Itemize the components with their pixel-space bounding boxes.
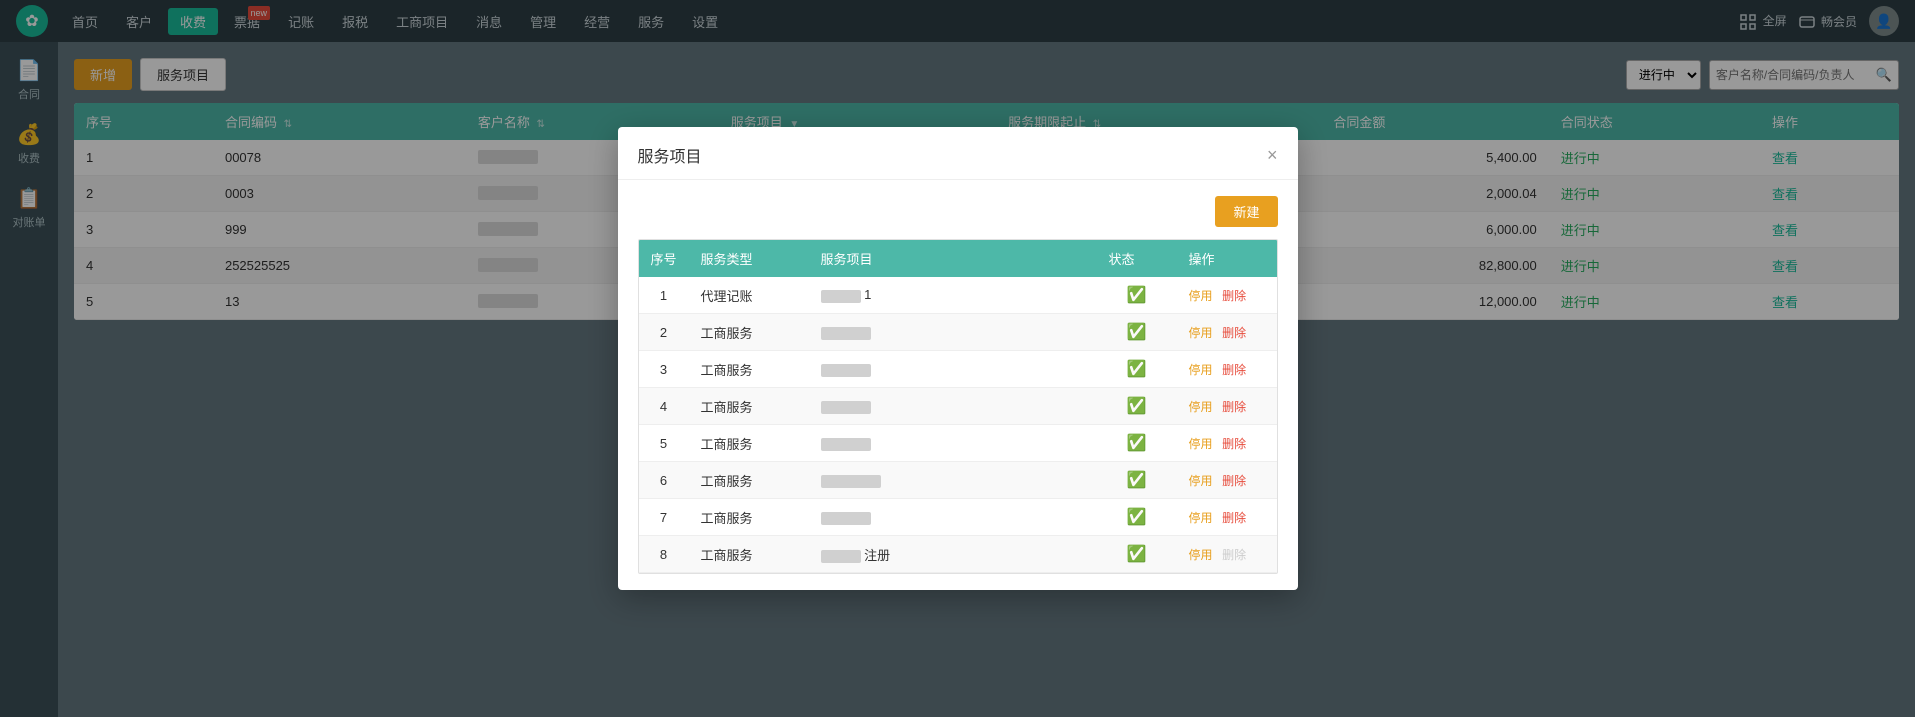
modal-cell-item: 注册 xyxy=(809,536,1097,573)
modal-cell-item xyxy=(809,351,1097,388)
modal-table-row: 1 代理记账 1 ✅ 停用 删除 xyxy=(639,277,1277,314)
modal-cell-action: 停用 删除 xyxy=(1177,425,1277,462)
modal-table-row: 8 工商服务 注册 ✅ 停用 删除 xyxy=(639,536,1277,573)
modal-cell-action: 停用 删除 xyxy=(1177,499,1277,536)
modal-cell-seq: 7 xyxy=(639,499,689,536)
modal-cell-item xyxy=(809,462,1097,499)
service-item-blurred xyxy=(821,364,871,377)
modal-close-button[interactable]: × xyxy=(1267,146,1278,164)
delete-button[interactable]: 删除 xyxy=(1222,289,1246,303)
modal-cell-type: 工商服务 xyxy=(689,388,809,425)
modal-table-body: 1 代理记账 1 ✅ 停用 删除 2 工商服务 ✅ 停用 删除 3 工商服务 ✅… xyxy=(639,277,1277,573)
modal-cell-status: ✅ xyxy=(1097,425,1177,462)
modal-cell-seq: 1 xyxy=(639,277,689,314)
modal-cell-status: ✅ xyxy=(1097,314,1177,351)
modal-col-item: 服务项目 xyxy=(809,240,1097,277)
main-layout: 📄 合同 💰 收费 📋 对账单 新增 服务项目 进行中 全部 已终止 xyxy=(0,42,1915,717)
modal-cell-seq: 2 xyxy=(639,314,689,351)
modal-cell-item: 1 xyxy=(809,277,1097,314)
modal-cell-type: 工商服务 xyxy=(689,499,809,536)
modal-table-row: 2 工商服务 ✅ 停用 删除 xyxy=(639,314,1277,351)
service-modal: 服务项目 × 新建 序号 服务类型 服务项目 xyxy=(618,127,1298,590)
modal-cell-item xyxy=(809,425,1097,462)
modal-cell-type: 代理记账 xyxy=(689,277,809,314)
status-check-icon: ✅ xyxy=(1127,435,1147,452)
service-item-blurred xyxy=(821,327,871,340)
modal-cell-action: 停用 删除 xyxy=(1177,536,1277,573)
delete-button[interactable]: 删除 xyxy=(1222,363,1246,377)
service-item-blurred xyxy=(821,550,861,563)
modal-cell-action: 停用 删除 xyxy=(1177,462,1277,499)
main-content: 新增 服务项目 进行中 全部 已终止 🔍 序号 合 xyxy=(58,42,1915,717)
modal-col-type: 服务类型 xyxy=(689,240,809,277)
modal-cell-status: ✅ xyxy=(1097,388,1177,425)
status-check-icon: ✅ xyxy=(1127,398,1147,415)
modal-header: 服务项目 × xyxy=(618,127,1298,180)
modal-cell-status: ✅ xyxy=(1097,499,1177,536)
modal-cell-status: ✅ xyxy=(1097,351,1177,388)
modal-toolbar: 新建 xyxy=(638,196,1278,227)
modal-table-container: 序号 服务类型 服务项目 状态 操作 1 代理记账 1 ✅ xyxy=(638,239,1278,574)
modal-table-row: 5 工商服务 ✅ 停用 删除 xyxy=(639,425,1277,462)
service-item-blurred xyxy=(821,290,861,303)
modal-cell-action: 停用 删除 xyxy=(1177,314,1277,351)
modal-cell-seq: 6 xyxy=(639,462,689,499)
modal-table-row: 3 工商服务 ✅ 停用 删除 xyxy=(639,351,1277,388)
stop-button[interactable]: 停用 xyxy=(1189,511,1213,525)
status-check-icon: ✅ xyxy=(1127,324,1147,341)
modal-table-row: 7 工商服务 ✅ 停用 删除 xyxy=(639,499,1277,536)
modal-table-row: 4 工商服务 ✅ 停用 删除 xyxy=(639,388,1277,425)
modal-overlay[interactable]: 服务项目 × 新建 序号 服务类型 服务项目 xyxy=(58,42,1915,717)
status-check-icon: ✅ xyxy=(1127,361,1147,378)
stop-button[interactable]: 停用 xyxy=(1189,548,1213,562)
delete-button[interactable]: 删除 xyxy=(1222,437,1246,451)
modal-cell-type: 工商服务 xyxy=(689,462,809,499)
modal-col-action: 操作 xyxy=(1177,240,1277,277)
delete-button[interactable]: 删除 xyxy=(1222,326,1246,340)
status-check-icon: ✅ xyxy=(1127,509,1147,526)
stop-button[interactable]: 停用 xyxy=(1189,400,1213,414)
stop-button[interactable]: 停用 xyxy=(1189,326,1213,340)
stop-button[interactable]: 停用 xyxy=(1189,474,1213,488)
modal-cell-seq: 8 xyxy=(639,536,689,573)
modal-cell-type: 工商服务 xyxy=(689,314,809,351)
modal-cell-type: 工商服务 xyxy=(689,425,809,462)
modal-cell-type: 工商服务 xyxy=(689,536,809,573)
stop-button[interactable]: 停用 xyxy=(1189,363,1213,377)
modal-cell-item xyxy=(809,388,1097,425)
modal-col-status: 状态 xyxy=(1097,240,1177,277)
modal-cell-action: 停用 删除 xyxy=(1177,277,1277,314)
stop-button[interactable]: 停用 xyxy=(1189,437,1213,451)
modal-cell-status: ✅ xyxy=(1097,462,1177,499)
status-check-icon: ✅ xyxy=(1127,472,1147,489)
modal-cell-seq: 4 xyxy=(639,388,689,425)
modal-col-seq: 序号 xyxy=(639,240,689,277)
stop-button[interactable]: 停用 xyxy=(1189,289,1213,303)
modal-cell-seq: 3 xyxy=(639,351,689,388)
delete-button[interactable]: 删除 xyxy=(1222,400,1246,414)
modal-title: 服务项目 xyxy=(638,143,702,167)
modal-cell-item xyxy=(809,314,1097,351)
modal-cell-action: 停用 删除 xyxy=(1177,388,1277,425)
modal-new-button[interactable]: 新建 xyxy=(1215,196,1277,227)
modal-table-header-row: 序号 服务类型 服务项目 状态 操作 xyxy=(639,240,1277,277)
modal-table-row: 6 工商服务 ✅ 停用 删除 xyxy=(639,462,1277,499)
modal-cell-action: 停用 删除 xyxy=(1177,351,1277,388)
service-item-blurred xyxy=(821,401,871,414)
modal-cell-seq: 5 xyxy=(639,425,689,462)
modal-table: 序号 服务类型 服务项目 状态 操作 1 代理记账 1 ✅ xyxy=(639,240,1277,573)
modal-cell-type: 工商服务 xyxy=(689,351,809,388)
service-item-blurred xyxy=(821,475,881,488)
delete-button[interactable]: 删除 xyxy=(1222,474,1246,488)
delete-button[interactable]: 删除 xyxy=(1222,511,1246,525)
modal-cell-status: ✅ xyxy=(1097,277,1177,314)
service-item-blurred xyxy=(821,438,871,451)
status-check-icon: ✅ xyxy=(1127,287,1147,304)
modal-body: 新建 序号 服务类型 服务项目 状态 操作 xyxy=(618,180,1298,590)
delete-button: 删除 xyxy=(1222,548,1246,562)
status-check-icon: ✅ xyxy=(1127,546,1147,563)
service-item-blurred xyxy=(821,512,871,525)
modal-cell-status: ✅ xyxy=(1097,536,1177,573)
modal-cell-item xyxy=(809,499,1097,536)
